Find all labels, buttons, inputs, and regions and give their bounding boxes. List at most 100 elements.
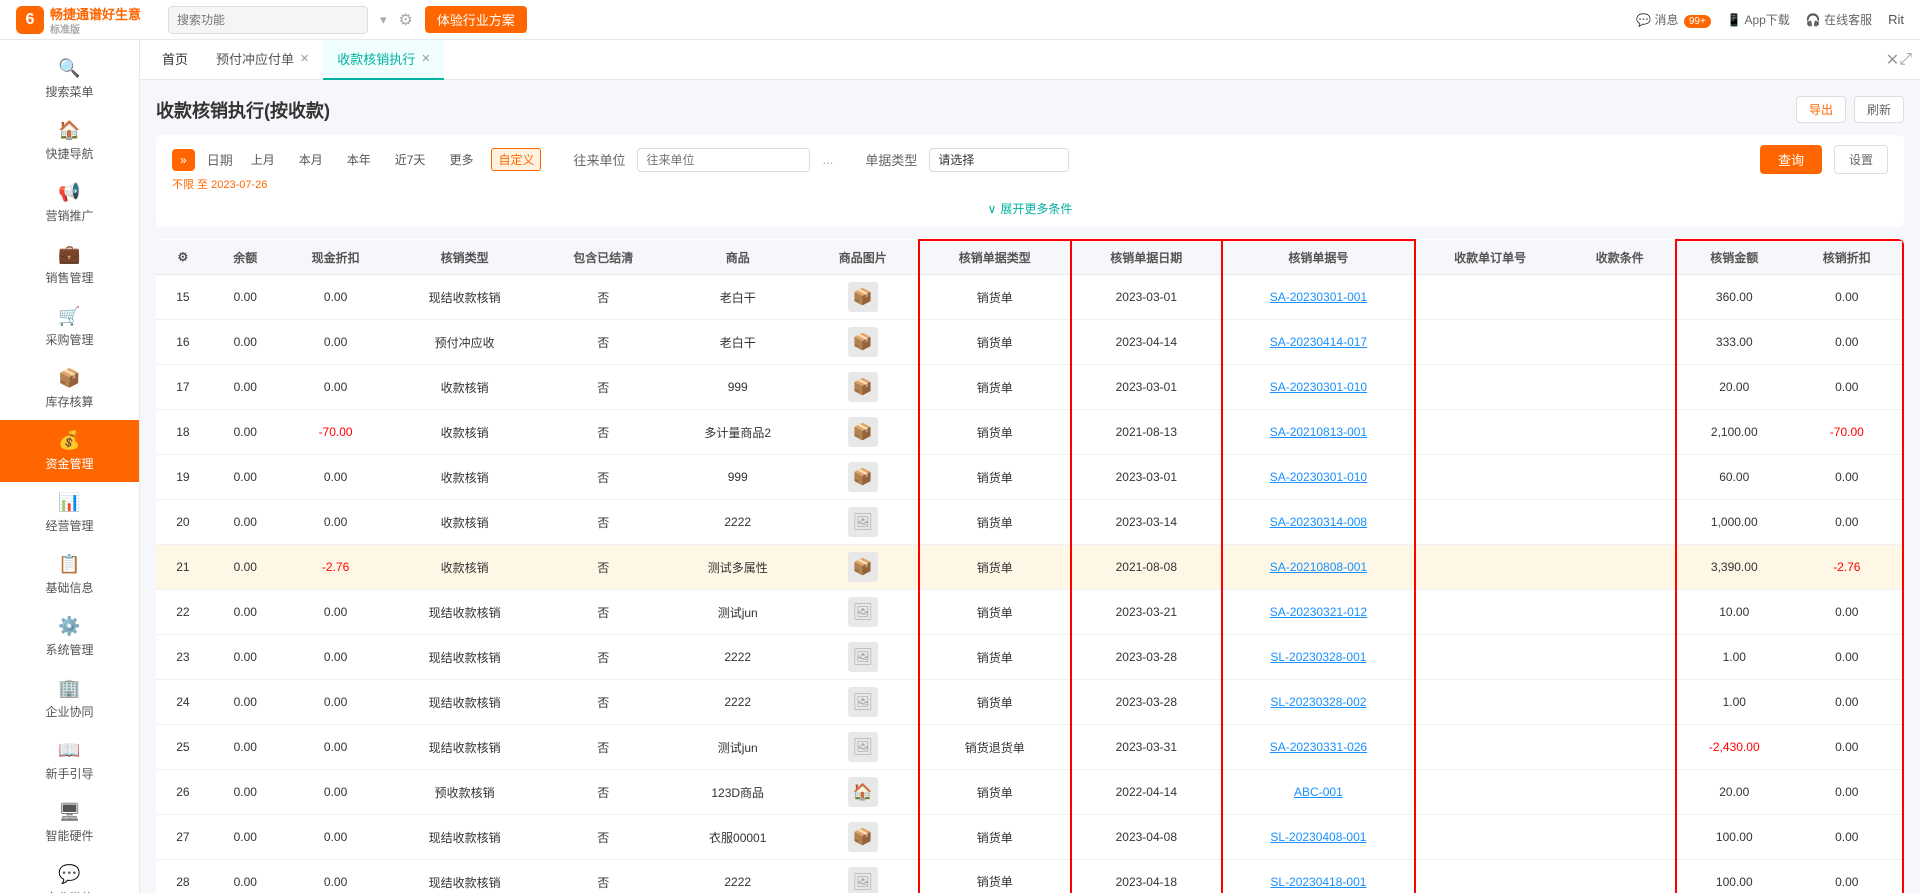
row-product-img: 🖼	[808, 725, 919, 770]
col-amount: 核销金额	[1676, 240, 1792, 275]
app-download-btn[interactable]: 📱 App下载	[1727, 11, 1790, 28]
dropdown-arrow[interactable]: ▾	[380, 12, 387, 28]
table-row: 26 0.00 0.00 预收款核销 否 123D商品 🏠 销货单 2022-0…	[156, 770, 1903, 815]
sidebar-item-basic[interactable]: 📋 基础信息	[0, 544, 139, 606]
messages-btn[interactable]: 💬 消息 99+	[1636, 11, 1711, 28]
top-bar-right: 💬 消息 99+ 📱 App下载 🎧 在线客服 Rit	[1636, 11, 1904, 28]
row-bill-no: SA-20230314-008	[1222, 500, 1415, 545]
sidebar-label-purchase: 采购管理	[45, 331, 93, 348]
filter-collapse-btn[interactable]: »	[172, 149, 195, 171]
logo-text: 畅捷通谱好生意	[50, 4, 141, 23]
tab-close-all-btn[interactable]: ✕	[1886, 50, 1899, 70]
row-settled: 否	[539, 860, 668, 893]
row-settled: 否	[539, 410, 668, 455]
row-bill-type: 销货退货单	[919, 725, 1071, 770]
marketing-icon: 📢	[58, 182, 80, 203]
date-this-year-btn[interactable]: 本年	[341, 149, 377, 170]
basic-icon: 📋	[58, 554, 80, 575]
row-order-no	[1415, 635, 1565, 680]
date-this-month-btn[interactable]: 本月	[293, 149, 329, 170]
industry-btn[interactable]: 体验行业方案	[425, 6, 527, 33]
col-payment-term: 收款条件	[1565, 240, 1676, 275]
row-balance: 0.00	[210, 860, 281, 893]
online-service-btn[interactable]: 🎧 在线客服	[1806, 11, 1872, 28]
date-7days-btn[interactable]: 近7天	[389, 149, 432, 170]
row-discount: -70.00	[1792, 410, 1903, 455]
query-btn[interactable]: 查询	[1760, 145, 1822, 174]
row-type: 现结收款核销	[390, 815, 538, 860]
search-input[interactable]	[168, 6, 368, 34]
sidebar-item-marketing[interactable]: 📢 营销推广	[0, 172, 139, 234]
row-balance: 0.00	[210, 365, 281, 410]
row-payment-term	[1565, 500, 1676, 545]
tab-home[interactable]: 首页	[148, 40, 202, 80]
expand-more-btn[interactable]: ∨ 展开更多条件	[172, 200, 1888, 217]
row-bill-no: SL-20230328-002	[1222, 680, 1415, 725]
date-more-btn[interactable]: 更多	[443, 149, 479, 170]
row-type: 收款核销	[390, 410, 538, 455]
date-custom-btn[interactable]: 自定义	[491, 148, 541, 171]
tab-receipt[interactable]: 收款核销执行 ✕	[323, 40, 444, 80]
col-product-img: 商品图片	[808, 240, 919, 275]
row-no: 26	[156, 770, 210, 815]
table-row: 22 0.00 0.00 现结收款核销 否 测试jun 🖼 销货单 2023-0…	[156, 590, 1903, 635]
row-order-no	[1415, 590, 1565, 635]
sidebar-item-guide[interactable]: 📖 新手引导	[0, 730, 139, 792]
from-unit-dots[interactable]: ...	[822, 152, 833, 167]
tab-prepay-close[interactable]: ✕	[300, 52, 309, 65]
sidebar-item-bizmanage[interactable]: 📊 经营管理	[0, 482, 139, 544]
row-bill-date: 2023-03-31	[1071, 725, 1223, 770]
date-last-month-btn[interactable]: 上月	[245, 149, 281, 170]
row-bill-no: SL-20230328-001	[1222, 635, 1415, 680]
row-settled: 否	[539, 590, 668, 635]
sidebar-item-corp[interactable]: 🏢 企业协同	[0, 668, 139, 730]
sidebar-item-search[interactable]: 🔍 搜索菜单	[0, 48, 139, 110]
sidebar-item-inventory[interactable]: 📦 库存核算	[0, 358, 139, 420]
row-settled: 否	[539, 275, 668, 320]
bizmanage-icon: 📊	[58, 492, 80, 513]
row-product: 测试多属性	[668, 545, 808, 590]
sidebar-item-wechat[interactable]: 💬 企业微信	[0, 854, 139, 893]
settings-icon[interactable]: ⚙	[399, 10, 413, 30]
refresh-btn[interactable]: 刷新	[1854, 96, 1904, 123]
table-row: 18 0.00 -70.00 收款核销 否 多计量商品2 📦 销货单 2021-…	[156, 410, 1903, 455]
row-product-img: 📦	[808, 455, 919, 500]
sidebar-item-hardware[interactable]: 🖥 智能硬件	[0, 792, 139, 854]
row-cash-discount: 0.00	[281, 815, 391, 860]
row-type: 现结收款核销	[390, 275, 538, 320]
row-cash-discount: -70.00	[281, 410, 391, 455]
row-product: 多计量商品2	[668, 410, 808, 455]
setting-btn[interactable]: 设置	[1834, 145, 1888, 174]
user-name: Rit	[1888, 12, 1904, 27]
from-unit-input[interactable]	[637, 148, 810, 172]
row-amount: 1.00	[1676, 680, 1792, 725]
sidebar-item-purchase[interactable]: 🛒 采购管理	[0, 296, 139, 358]
row-amount: -2,430.00	[1676, 725, 1792, 770]
row-no: 24	[156, 680, 210, 725]
tab-prepay[interactable]: 预付冲应付单 ✕	[202, 40, 323, 80]
sidebar-item-finance[interactable]: 💰 资金管理	[0, 420, 139, 482]
table-row: 16 0.00 0.00 预付冲应收 否 老白干 📦 销货单 2023-04-1…	[156, 320, 1903, 365]
col-settings[interactable]: ⚙	[156, 240, 210, 275]
row-order-no	[1415, 365, 1565, 410]
sidebar-item-sales[interactable]: 💼 销售管理	[0, 234, 139, 296]
sidebar-item-quicknav[interactable]: 🏠 快捷导航	[0, 110, 139, 172]
tab-receipt-close[interactable]: ✕	[421, 52, 430, 65]
row-discount: 0.00	[1792, 725, 1903, 770]
row-amount: 100.00	[1676, 860, 1792, 893]
bill-type-select[interactable]: 请选择	[929, 148, 1069, 172]
row-amount: 100.00	[1676, 815, 1792, 860]
row-product: 123D商品	[668, 770, 808, 815]
row-type: 现结收款核销	[390, 680, 538, 725]
row-balance: 0.00	[210, 500, 281, 545]
row-no: 18	[156, 410, 210, 455]
row-settled: 否	[539, 500, 668, 545]
sidebar-item-system[interactable]: ⚙️ 系统管理	[0, 606, 139, 668]
tab-expand-btn[interactable]: ⤢	[1899, 51, 1912, 69]
export-btn[interactable]: 导出	[1796, 96, 1846, 123]
row-type: 现结收款核销	[390, 725, 538, 770]
corp-icon: 🏢	[58, 678, 80, 699]
system-icon: ⚙️	[58, 616, 80, 637]
row-payment-term	[1565, 365, 1676, 410]
row-settled: 否	[539, 635, 668, 680]
